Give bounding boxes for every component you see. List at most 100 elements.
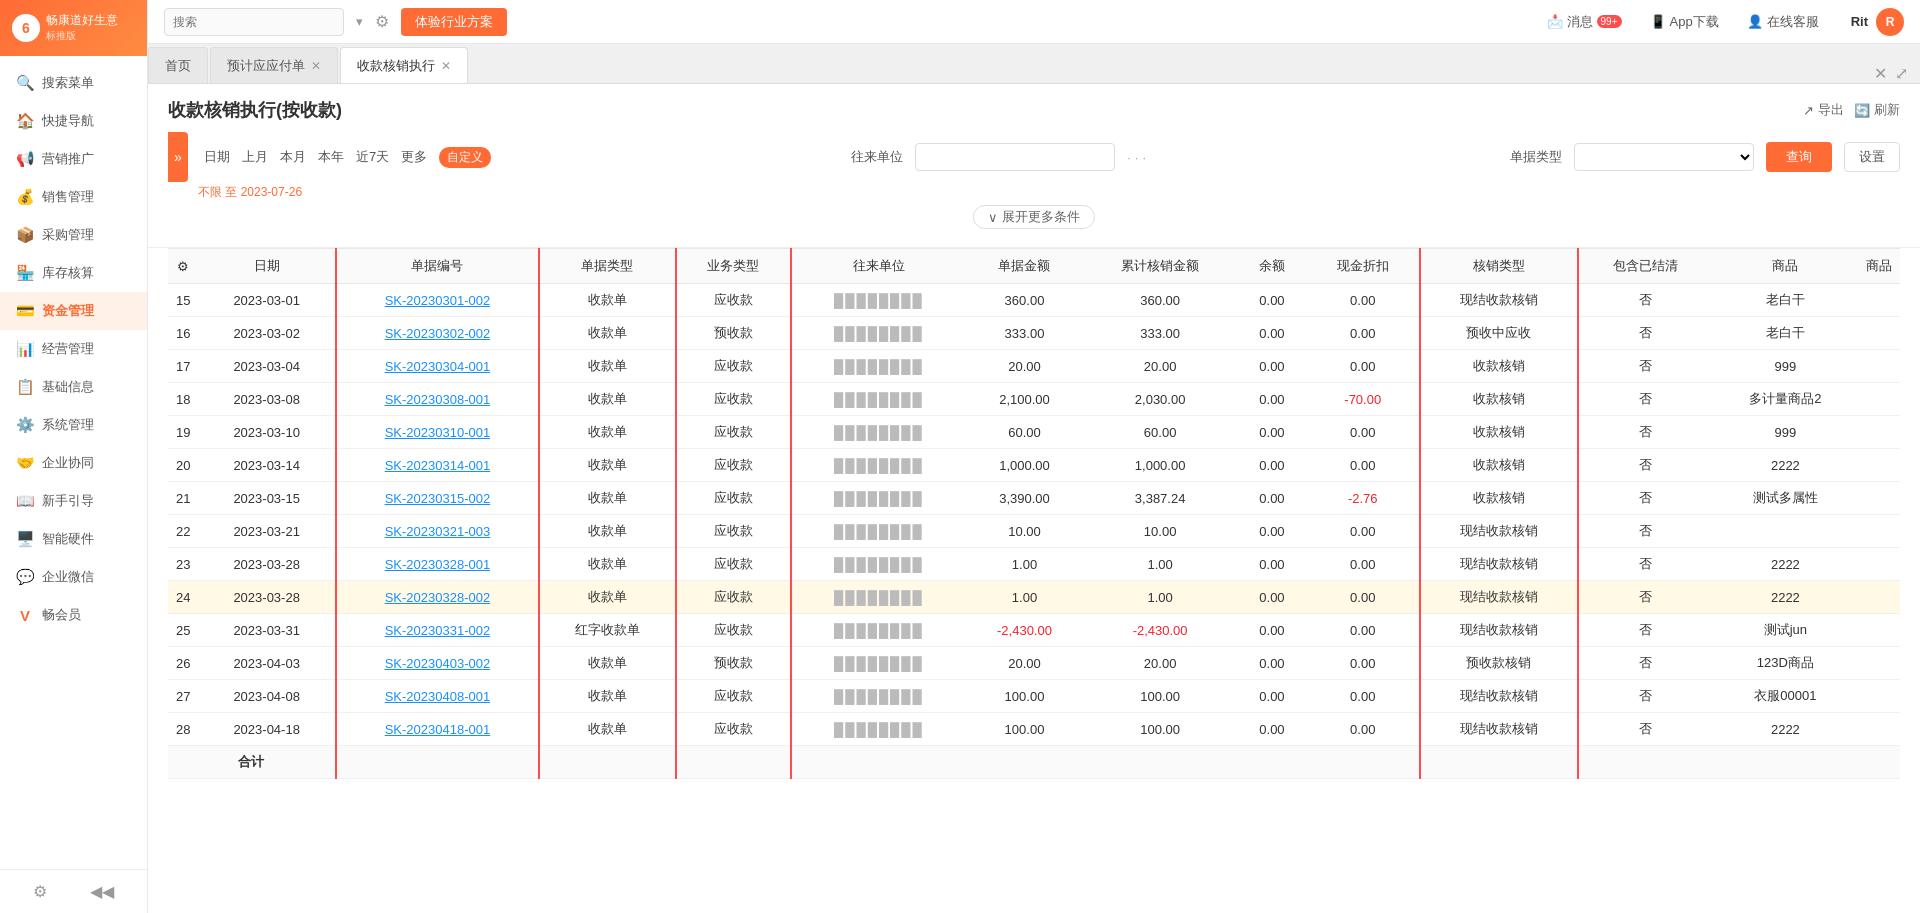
tab-home[interactable]: 首页 [148, 47, 208, 83]
tab-pending-label: 预计应应付单 [227, 57, 305, 75]
doc-no-link[interactable]: SK-20230314-001 [385, 458, 491, 473]
this-year-link[interactable]: 本年 [318, 148, 344, 166]
sidebar-item-quick-nav[interactable]: 🏠 快捷导航 [0, 102, 147, 140]
cell-date: 2023-03-14 [198, 449, 335, 482]
query-button[interactable]: 查询 [1766, 142, 1832, 172]
doc-no-link[interactable]: SK-20230403-002 [385, 656, 491, 671]
custom-date-btn[interactable]: 自定义 [439, 147, 491, 168]
cell-cancel-type: 现结收款核销 [1420, 515, 1578, 548]
cell-partner: ████████ [791, 350, 966, 383]
cell-include-settled: 否 [1578, 416, 1713, 449]
doc-no-link[interactable]: SK-20230418-001 [385, 722, 491, 737]
tab-verify[interactable]: 收款核销执行 ✕ [340, 47, 468, 83]
service-icon: 👤 [1747, 14, 1763, 29]
cell-biz-type: 预收款 [676, 647, 791, 680]
cell-include-settled: 否 [1578, 515, 1713, 548]
tab-expand-icon[interactable]: ⤢ [1895, 64, 1908, 83]
sidebar-item-system[interactable]: ⚙️ 系统管理 [0, 406, 147, 444]
cell-idx: 26 [168, 647, 198, 680]
doc-no-link[interactable]: SK-20230301-002 [385, 293, 491, 308]
cell-cumulative: 10.00 [1083, 515, 1238, 548]
cell-product: 老白干 [1713, 284, 1858, 317]
topbar-gear-icon[interactable]: ⚙ [375, 12, 389, 31]
cell-cumulative: 360.00 [1083, 284, 1238, 317]
doc-no-link[interactable]: SK-20230331-002 [385, 623, 491, 638]
cell-biz-type: 应收款 [676, 614, 791, 647]
sidebar-item-label: 畅会员 [42, 606, 81, 624]
sidebar-item-member[interactable]: V 畅会员 [0, 596, 147, 634]
last-7days-link[interactable]: 近7天 [356, 148, 389, 166]
settings-btn[interactable]: ⚙ [33, 882, 47, 901]
dropdown-arrow-icon[interactable]: ▾ [356, 14, 363, 29]
sidebar-item-marketing[interactable]: 📢 营销推广 [0, 140, 147, 178]
this-month-link[interactable]: 本月 [280, 148, 306, 166]
cell-product: 2222 [1713, 548, 1858, 581]
doc-no-link[interactable]: SK-20230315-002 [385, 491, 491, 506]
sidebar-item-purchase[interactable]: 📦 采购管理 [0, 216, 147, 254]
export-label: 导出 [1818, 101, 1844, 119]
doc-no-link[interactable]: SK-20230321-003 [385, 524, 491, 539]
cell-doc-type: 红字收款单 [539, 614, 676, 647]
cell-include-settled: 否 [1578, 548, 1713, 581]
th-partner: 往来单位 [791, 249, 966, 284]
collapse-btn[interactable]: ◀◀ [90, 882, 114, 901]
doc-no-link[interactable]: SK-20230308-001 [385, 392, 491, 407]
sidebar-item-search[interactable]: 🔍 搜索菜单 [0, 64, 147, 102]
content-area: 收款核销执行(按收款) ↗ 导出 🔄 刷新 » 日期 上月 本月 本年 近7 [148, 84, 1920, 913]
doc-no-link[interactable]: SK-20230408-001 [385, 689, 491, 704]
cell-date: 2023-03-21 [198, 515, 335, 548]
cell-balance: 0.00 [1237, 416, 1306, 449]
sidebar-item-label: 采购管理 [42, 226, 94, 244]
sidebar-item-sales[interactable]: 💰 销售管理 [0, 178, 147, 216]
cell-discount: 0.00 [1307, 581, 1420, 614]
sidebar-item-wechat[interactable]: 💬 企业微信 [0, 558, 147, 596]
expand-more-conditions-btn[interactable]: ∨ 展开更多条件 [973, 205, 1095, 229]
cell-partner: ████████ [791, 449, 966, 482]
setting-button[interactable]: 设置 [1844, 142, 1900, 172]
doc-no-link[interactable]: SK-20230302-002 [385, 326, 491, 341]
online-service-button[interactable]: 👤 在线客服 [1747, 13, 1819, 31]
doc-type-select[interactable] [1574, 143, 1754, 171]
industry-plan-button[interactable]: 体验行业方案 [401, 8, 507, 36]
tab-pending-close-icon[interactable]: ✕ [311, 59, 321, 73]
cell-include-settled: 否 [1578, 350, 1713, 383]
sidebar-item-label: 基础信息 [42, 378, 94, 396]
cell-balance: 0.00 [1237, 482, 1306, 515]
app-download-button[interactable]: 📱 App下载 [1650, 13, 1719, 31]
cell-partner: ████████ [791, 416, 966, 449]
logo-name: 畅康道好生意 [46, 13, 118, 29]
filter-collapse-btn[interactable]: » [168, 132, 188, 182]
last-month-link[interactable]: 上月 [242, 148, 268, 166]
search-input[interactable] [164, 8, 344, 36]
cell-doc-type: 收款单 [539, 482, 676, 515]
sidebar-item-corp[interactable]: 🤝 企业协同 [0, 444, 147, 482]
doc-no-link[interactable]: SK-20230328-002 [385, 590, 491, 605]
table-row: 25 2023-03-31 SK-20230331-002 红字收款单 应收款 … [168, 614, 1900, 647]
sidebar-item-base[interactable]: 📋 基础信息 [0, 368, 147, 406]
table-row: 26 2023-04-03 SK-20230403-002 收款单 预收款 ██… [168, 647, 1900, 680]
th-gear[interactable]: ⚙ [168, 249, 198, 284]
th-date: 日期 [198, 249, 335, 284]
sidebar-item-hardware[interactable]: 🖥️ 智能硬件 [0, 520, 147, 558]
sidebar-item-ops[interactable]: 📊 经营管理 [0, 330, 147, 368]
user-menu[interactable]: Rit R [1851, 8, 1904, 36]
tab-pending[interactable]: 预计应应付单 ✕ [210, 47, 338, 83]
sidebar-item-guide[interactable]: 📖 新手引导 [0, 482, 147, 520]
tab-verify-close-icon[interactable]: ✕ [441, 59, 451, 73]
partner-input[interactable] [915, 143, 1115, 171]
sidebar-item-finance[interactable]: 💳 资金管理 [0, 292, 147, 330]
tab-close-all-icon[interactable]: ✕ [1874, 64, 1887, 83]
cell-include-settled: 否 [1578, 680, 1713, 713]
cell-product2 [1858, 416, 1900, 449]
cell-discount: 0.00 [1307, 515, 1420, 548]
doc-no-link[interactable]: SK-20230304-001 [385, 359, 491, 374]
message-button[interactable]: 📩 消息 99+ [1547, 13, 1622, 31]
refresh-button[interactable]: 🔄 刷新 [1854, 101, 1900, 119]
doc-no-link[interactable]: SK-20230328-001 [385, 557, 491, 572]
sidebar-item-inventory[interactable]: 🏪 库存核算 [0, 254, 147, 292]
doc-no-link[interactable]: SK-20230310-001 [385, 425, 491, 440]
more-date-link[interactable]: 更多 [401, 148, 427, 166]
cell-balance: 0.00 [1237, 350, 1306, 383]
export-button[interactable]: ↗ 导出 [1803, 101, 1844, 119]
cell-product2 [1858, 581, 1900, 614]
